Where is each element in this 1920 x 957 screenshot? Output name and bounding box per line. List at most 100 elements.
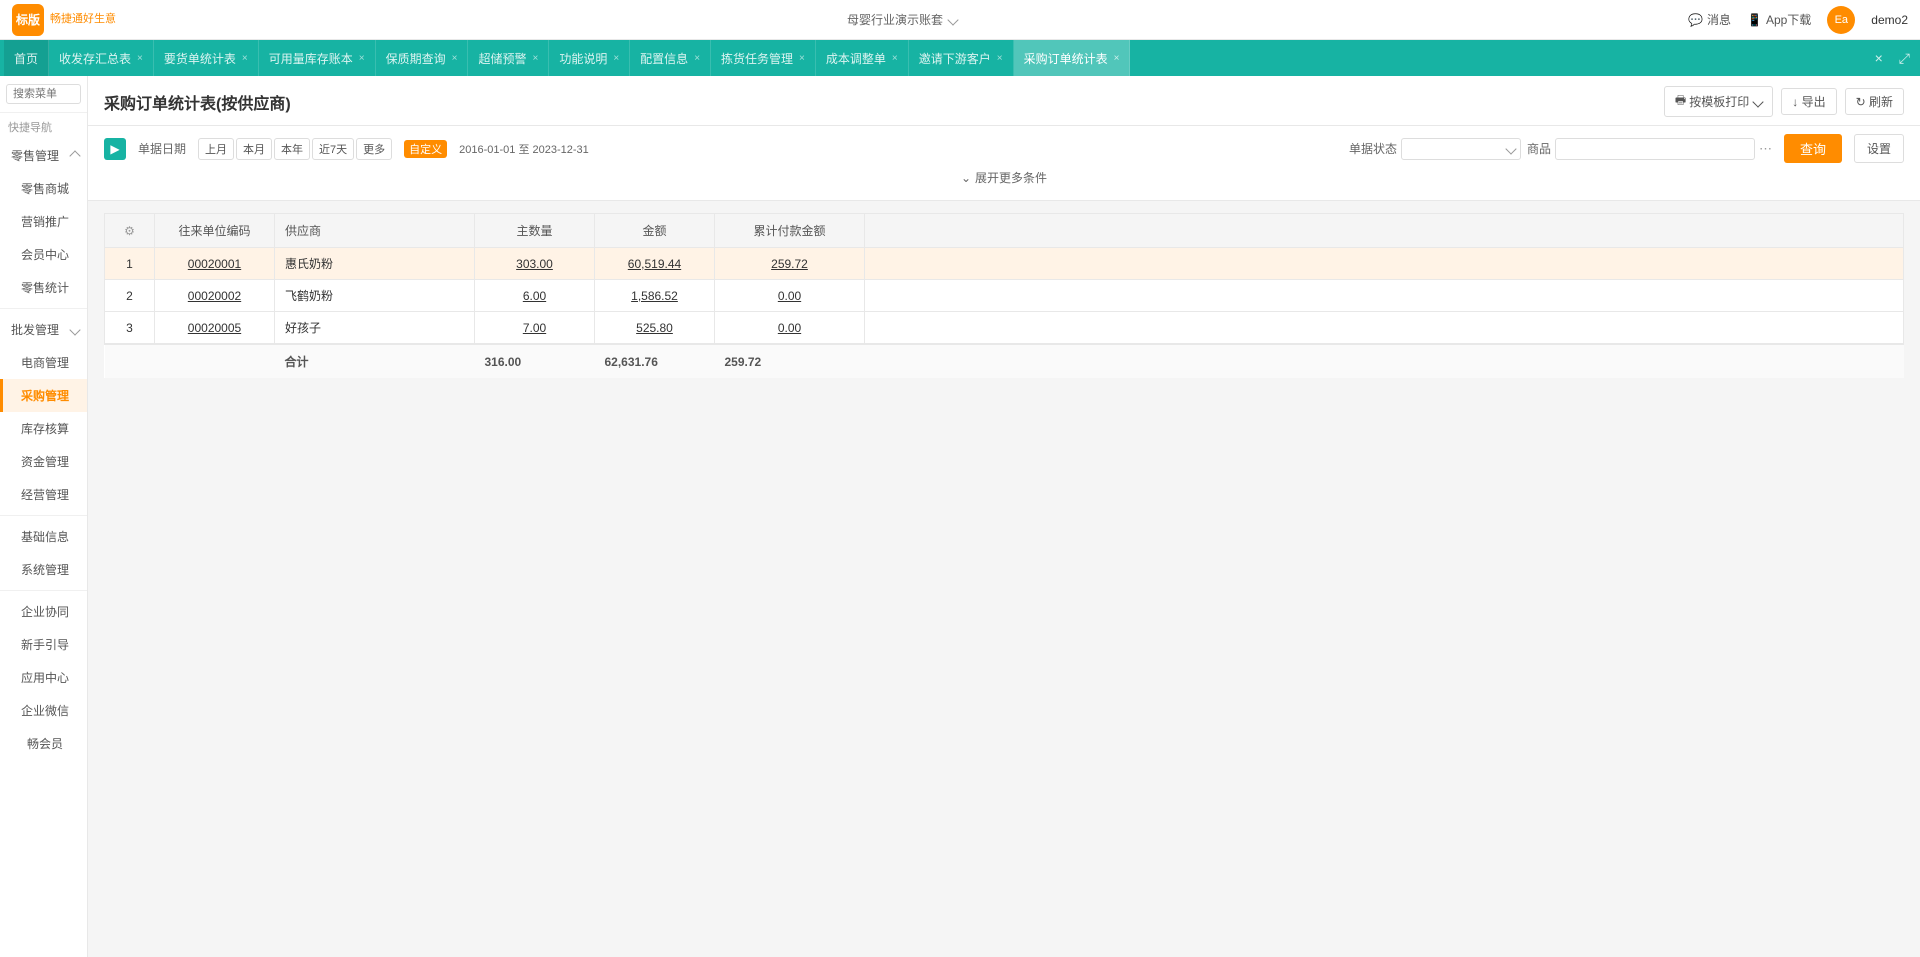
footer-label: 合计 [275, 344, 475, 378]
sidebar-item-enterprise-collab[interactable]: 企业协同 [0, 595, 87, 628]
amount-link-3[interactable]: 525.80 [636, 321, 673, 335]
sidebar-retail-mall-label: 零售商城 [21, 182, 69, 196]
tab-close-receive-summary[interactable]: × [137, 53, 143, 64]
tab-close-shelf-query[interactable]: × [452, 53, 458, 64]
qty-link-3[interactable]: 7.00 [523, 321, 546, 335]
setting-button[interactable]: 设置 [1854, 134, 1904, 163]
sidebar-item-operation-mgmt[interactable]: 经营管理 [0, 478, 87, 511]
app-download-button[interactable]: 📱 App下载 [1747, 11, 1811, 28]
tab-close-config-info[interactable]: × [694, 53, 700, 64]
tab-pick-task[interactable]: 拣货任务管理 × [711, 40, 816, 76]
goods-input[interactable] [1555, 138, 1755, 160]
table-footer-row: 合计 316.00 62,631.76 259.72 [105, 344, 1904, 378]
tab-cost-adjust[interactable]: 成本调整单 × [816, 40, 909, 76]
cell-supplier-2: 飞鹤奶粉 [275, 280, 475, 312]
workspace-selector[interactable]: 母婴行业演示账套 [847, 11, 957, 28]
sidebar-item-system-mgmt[interactable]: 系统管理 [0, 553, 87, 586]
tab-close-cost-adjust[interactable]: × [892, 53, 898, 64]
sidebar-item-capital-mgmt[interactable]: 资金管理 [0, 445, 87, 478]
amount-link-2[interactable]: 1,586.52 [631, 289, 678, 303]
cell-supplier-3: 好孩子 [275, 312, 475, 345]
print-button[interactable]: 🖶 按模板打印 [1664, 86, 1773, 117]
page-title: 采购订单统计表(按供应商) [104, 90, 291, 114]
sidebar-item-basic-info[interactable]: 基础信息 [0, 520, 87, 553]
sidebar-retail-stats-label: 零售统计 [21, 281, 69, 295]
search-input[interactable] [6, 84, 81, 104]
export-button[interactable]: ↓ 导出 [1781, 88, 1836, 115]
code-link-2[interactable]: 00020002 [188, 289, 241, 303]
tab-shelf-query[interactable]: 保质期查询 × [376, 40, 469, 76]
date-last-month-button[interactable]: 上月 [198, 138, 234, 160]
tab-function-desc-label: 功能说明 [559, 50, 607, 67]
date-last-7-days-button[interactable]: 近7天 [312, 138, 354, 160]
tab-receive-summary[interactable]: 收发存汇总表 × [49, 40, 154, 76]
tab-close-invite-customer[interactable]: × [997, 53, 1003, 64]
table-settings-icon[interactable]: ⚙ [124, 224, 135, 238]
expand-toggle-button[interactable]: ▶ [104, 138, 126, 160]
sidebar-capital-mgmt-label: 资金管理 [21, 455, 69, 469]
paid-link-1[interactable]: 259.72 [771, 257, 808, 271]
sidebar-item-inventory-check[interactable]: 库存核算 [0, 412, 87, 445]
sidebar-item-enterprise-wechat[interactable]: 企业微信 [0, 694, 87, 727]
sidebar-item-ecommerce-mgmt[interactable]: 电商管理 [0, 346, 87, 379]
qty-link-1[interactable]: 303.00 [516, 257, 553, 271]
expand-more-label: 展开更多条件 [975, 169, 1047, 186]
expand-more-conditions-button[interactable]: ⌄ 展开更多条件 [104, 163, 1904, 192]
cell-code-3: 00020005 [155, 312, 275, 345]
tab-close-function-desc[interactable]: × [613, 53, 619, 64]
logo-area: 标版 畅捷通好生意 [12, 4, 116, 36]
tab-available-stock[interactable]: 可用量库存账本 × [259, 40, 376, 76]
tab-home[interactable]: 首页 [4, 40, 49, 76]
status-filter-label: 单据状态 [1349, 140, 1397, 157]
sidebar-retail-mgmt-label: 零售管理 [11, 147, 59, 164]
tab-close-order-summary[interactable]: × [242, 53, 248, 64]
sidebar-item-retail-mgmt[interactable]: 零售管理 [0, 139, 87, 172]
code-link-3[interactable]: 00020005 [188, 321, 241, 335]
tab-close-available-stock[interactable]: × [359, 53, 365, 64]
tab-close-purchase-summary[interactable]: × [1114, 53, 1120, 64]
header-actions: 🖶 按模板打印 ↓ 导出 ↻ 刷新 [1664, 86, 1904, 117]
tab-close-pick-task[interactable]: × [799, 53, 805, 64]
paid-link-3[interactable]: 0.00 [778, 321, 801, 335]
tab-pick-task-label: 拣货任务管理 [721, 50, 793, 67]
tab-config-info[interactable]: 配置信息 × [630, 40, 711, 76]
date-this-month-button[interactable]: 本月 [236, 138, 272, 160]
tab-expand-button[interactable]: ⤢ [1893, 48, 1916, 69]
qty-link-2[interactable]: 6.00 [523, 289, 546, 303]
tab-config-info-label: 配置信息 [640, 50, 688, 67]
status-select[interactable] [1401, 138, 1521, 160]
date-this-year-button[interactable]: 本年 [274, 138, 310, 160]
paid-link-2[interactable]: 0.00 [778, 289, 801, 303]
tab-close-overstock-warning[interactable]: × [532, 53, 538, 64]
tab-order-summary[interactable]: 要货单统计表 × [154, 40, 259, 76]
cell-index-2: 2 [105, 280, 155, 312]
sidebar-item-purchase-mgmt[interactable]: 采购管理 [0, 379, 87, 412]
tab-overstock-warning[interactable]: 超储预警 × [468, 40, 549, 76]
col-paid-header: 累计付款金额 [715, 214, 865, 248]
query-button[interactable]: 查询 [1784, 134, 1842, 163]
tab-purchase-summary[interactable]: 采购订单统计表 × [1014, 40, 1131, 76]
filter-row: ▶ 单据日期 上月 本月 本年 近7天 更多 自定义 2016-01-01 至 … [104, 134, 1904, 163]
tab-invite-customer[interactable]: 邀请下游客户 × [909, 40, 1014, 76]
sidebar-item-member-center[interactable]: 会员中心 [0, 238, 87, 271]
date-more-button[interactable]: 更多 [356, 138, 392, 160]
sidebar-item-retail-mall[interactable]: 零售商城 [0, 172, 87, 205]
code-link-1[interactable]: 00020001 [188, 257, 241, 271]
sidebar-item-marketing[interactable]: 营销推广 [0, 205, 87, 238]
cell-paid-1: 259.72 [715, 248, 865, 280]
col-amount-label: 金额 [642, 224, 666, 238]
tab-window-close-button[interactable]: × [1869, 48, 1889, 68]
message-button[interactable]: 💬 消息 [1688, 11, 1731, 28]
refresh-button[interactable]: ↻ 刷新 [1845, 88, 1904, 115]
sidebar-item-member-card[interactable]: 畅会员 [0, 727, 87, 760]
date-buttons: 上月 本月 本年 近7天 更多 [198, 138, 392, 160]
sidebar-item-wholesale-mgmt[interactable]: 批发管理 [0, 313, 87, 346]
sidebar-item-retail-stats[interactable]: 零售统计 [0, 271, 87, 304]
logo-text: 畅捷通好生意 [50, 13, 116, 26]
tab-function-desc[interactable]: 功能说明 × [549, 40, 630, 76]
amount-link-1[interactable]: 60,519.44 [628, 257, 681, 271]
sidebar-item-new-user-guide[interactable]: 新手引导 [0, 628, 87, 661]
goods-filter-label: 商品 [1527, 140, 1551, 157]
footer-qty: 316.00 [475, 344, 595, 378]
sidebar-item-app-center[interactable]: 应用中心 [0, 661, 87, 694]
